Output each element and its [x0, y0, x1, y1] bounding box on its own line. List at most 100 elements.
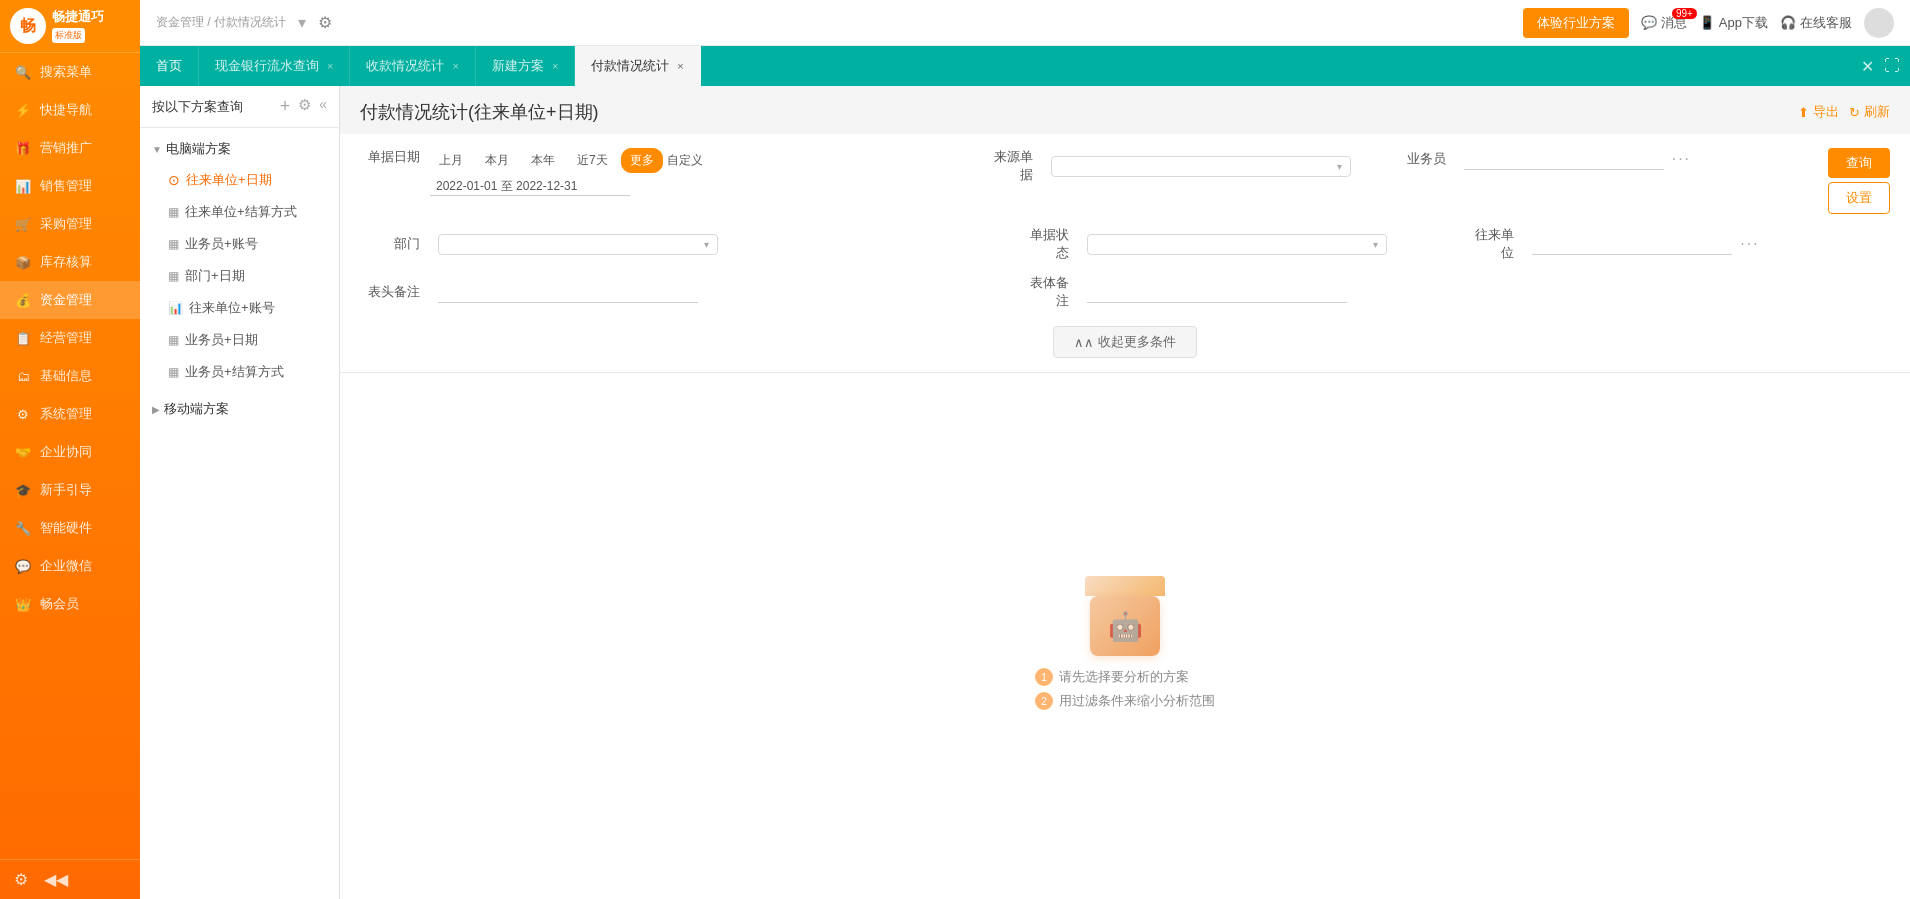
partner-dots[interactable]: ···	[1740, 235, 1759, 253]
mobile-arrow-icon: ▶	[152, 404, 160, 415]
sidebar-item-capital-label: 资金管理	[40, 291, 92, 309]
scheme-item-dept-date[interactable]: ▦ 部门+日期	[140, 260, 339, 292]
date-btn-last7[interactable]: 近7天	[568, 148, 617, 173]
date-btn-more[interactable]: 更多	[621, 148, 663, 173]
sidebar-item-base[interactable]: 🗂 基础信息	[0, 357, 140, 395]
sidebar-item-search-menu[interactable]: 🔍 搜索菜单	[0, 53, 140, 91]
doc-status-select[interactable]: ▾	[1087, 234, 1387, 255]
user-avatar[interactable]	[1864, 8, 1894, 38]
scheme-item-salesman-account-icon: ▦	[168, 237, 179, 251]
source-doc-select[interactable]: ▾	[1051, 156, 1351, 177]
sidebar-item-quick-nav[interactable]: ⚡ 快捷导航	[0, 91, 140, 129]
scheme-mobile-header[interactable]: ▶ 移动端方案	[140, 394, 339, 424]
scheme-settings-icon[interactable]: ⚙	[298, 96, 311, 117]
scheme-item-partner-date-label: 往来单位+日期	[186, 171, 272, 189]
scheme-collapse-icon[interactable]: «	[319, 96, 327, 117]
marketing-icon: 🎁	[14, 139, 32, 157]
salesman-label: 业务员	[1406, 150, 1456, 168]
breadcrumb: 资金管理 / 付款情况统计	[156, 14, 286, 31]
sidebar-item-member-label: 畅会员	[40, 595, 79, 613]
search-icon: 🔍	[14, 63, 32, 81]
collapse-chevron-icon: ∧∧	[1074, 335, 1094, 350]
dept-select[interactable]: ▾	[438, 234, 718, 255]
tab-receipt-stats[interactable]: 收款情况统计 ×	[350, 46, 475, 86]
base-icon: 🗂	[14, 367, 32, 385]
tab-payment-stats[interactable]: 付款情况统计 ×	[575, 46, 700, 86]
sidebar-item-capital[interactable]: 💰 资金管理	[0, 281, 140, 319]
query-btn[interactable]: 查询	[1828, 148, 1890, 178]
sidebar-item-system[interactable]: ⚙ 系统管理	[0, 395, 140, 433]
sidebar-item-marketing[interactable]: 🎁 营销推广	[0, 129, 140, 167]
sidebar-item-sales-label: 销售管理	[40, 177, 92, 195]
sales-icon: 📊	[14, 177, 32, 195]
date-range-input[interactable]	[430, 177, 630, 196]
scheme-panel-actions: + ⚙ «	[280, 96, 327, 117]
tab-receipt-stats-close[interactable]: ×	[452, 60, 458, 72]
tabbar-end: ✕ ⛶	[1851, 46, 1910, 86]
tab-cash-flow[interactable]: 现金银行流水查询 ×	[199, 46, 350, 86]
sidebar-item-wechat[interactable]: 💬 企业微信	[0, 547, 140, 585]
scheme-item-partner-settle[interactable]: ▦ 往来单位+结算方式	[140, 196, 339, 228]
sidebar-item-hardware[interactable]: 🔧 智能硬件	[0, 509, 140, 547]
scheme-add-icon[interactable]: +	[280, 96, 291, 117]
tab-home[interactable]: 首页	[140, 46, 199, 86]
scheme-item-salesman-account-label: 业务员+账号	[185, 235, 258, 253]
sidebar-logo: 畅 畅捷通巧 标准版	[0, 0, 140, 53]
settings-bottom-icon[interactable]: ⚙	[14, 870, 28, 889]
scheme-item-salesman-settle[interactable]: ▦ 业务员+结算方式	[140, 356, 339, 388]
table-body-remark-input[interactable]	[1087, 281, 1347, 303]
date-btn-this-year[interactable]: 本年	[522, 148, 564, 173]
scheme-item-partner-account[interactable]: 📊 往来单位+账号	[140, 292, 339, 324]
messages-action[interactable]: 💬 消息 99+	[1641, 14, 1687, 32]
trial-btn[interactable]: 体验行业方案	[1523, 8, 1629, 38]
export-icon: ⬆	[1798, 105, 1809, 120]
date-btn-this-month[interactable]: 本月	[476, 148, 518, 173]
sidebar-item-inventory[interactable]: 📦 库存核算	[0, 243, 140, 281]
sidebar-item-purchase[interactable]: 🛒 采购管理	[0, 205, 140, 243]
sidebar-footer: ⚙ ◀◀	[0, 859, 140, 899]
settings-btn[interactable]: 设置	[1828, 182, 1890, 214]
tab-new-scheme[interactable]: 新建方案 ×	[476, 46, 575, 86]
refresh-label: 刷新	[1864, 103, 1890, 121]
tab-payment-stats-close[interactable]: ×	[677, 60, 683, 72]
hardware-icon: 🔧	[14, 519, 32, 537]
message-icon: 💬	[1641, 15, 1657, 30]
sidebar-item-sales[interactable]: 📊 销售管理	[0, 167, 140, 205]
tab-new-scheme-label: 新建方案	[492, 57, 544, 75]
scheme-item-salesman-date[interactable]: ▦ 业务员+日期	[140, 324, 339, 356]
desktop-arrow-icon: ▼	[152, 144, 162, 155]
salesman-input[interactable]	[1464, 148, 1664, 170]
date-btn-last-month[interactable]: 上月	[430, 148, 472, 173]
custom-label: 自定义	[667, 152, 703, 169]
table-head-remark-input[interactable]	[438, 281, 698, 303]
topbar: 资金管理 / 付款情况统计 ▾ ⚙ 体验行业方案 💬 消息 99+ 📱 App下…	[140, 0, 1910, 46]
dropdown-arrow-icon[interactable]: ▾	[298, 13, 306, 32]
system-icon: ⚙	[14, 405, 32, 423]
partner-input[interactable]	[1532, 233, 1732, 255]
scheme-desktop-header[interactable]: ▼ 电脑端方案	[140, 134, 339, 164]
scheme-item-partner-date[interactable]: ⊙ 往来单位+日期	[140, 164, 339, 196]
right-panel: 付款情况统计(往来单位+日期) ⬆ 导出 ↻ 刷新	[340, 86, 1910, 899]
online-service-action[interactable]: 🎧 在线客服	[1780, 14, 1852, 32]
tab-new-scheme-close[interactable]: ×	[552, 60, 558, 72]
sidebar-item-guide[interactable]: 🎓 新手引导	[0, 471, 140, 509]
sidebar-item-member[interactable]: 👑 畅会员	[0, 585, 140, 623]
scheme-item-partner-date-icon: ⊙	[168, 172, 180, 188]
collapse-more-btn[interactable]: ∧∧ 收起更多条件	[1053, 326, 1197, 358]
tab-close-all-icon[interactable]: ✕	[1861, 57, 1874, 76]
refresh-action[interactable]: ↻ 刷新	[1849, 103, 1890, 121]
sidebar-item-operations[interactable]: 📋 经营管理	[0, 319, 140, 357]
topbar-settings-icon[interactable]: ⚙	[318, 13, 332, 32]
export-action[interactable]: ⬆ 导出	[1798, 103, 1839, 121]
app-download-action[interactable]: 📱 App下载	[1699, 14, 1768, 32]
collapse-sidebar-icon[interactable]: ◀◀	[44, 870, 68, 889]
app-download-label: App下载	[1719, 14, 1768, 32]
tab-cash-flow-close[interactable]: ×	[327, 60, 333, 72]
scheme-item-salesman-account[interactable]: ▦ 业务员+账号	[140, 228, 339, 260]
salesman-dots[interactable]: ···	[1672, 150, 1691, 168]
tab-maximize-icon[interactable]: ⛶	[1884, 57, 1900, 75]
empty-step2-text: 用过滤条件来缩小分析范围	[1059, 692, 1215, 710]
sidebar-item-coop-label: 企业协同	[40, 443, 92, 461]
sidebar-item-operations-label: 经营管理	[40, 329, 92, 347]
sidebar-item-coop[interactable]: 🤝 企业协同	[0, 433, 140, 471]
